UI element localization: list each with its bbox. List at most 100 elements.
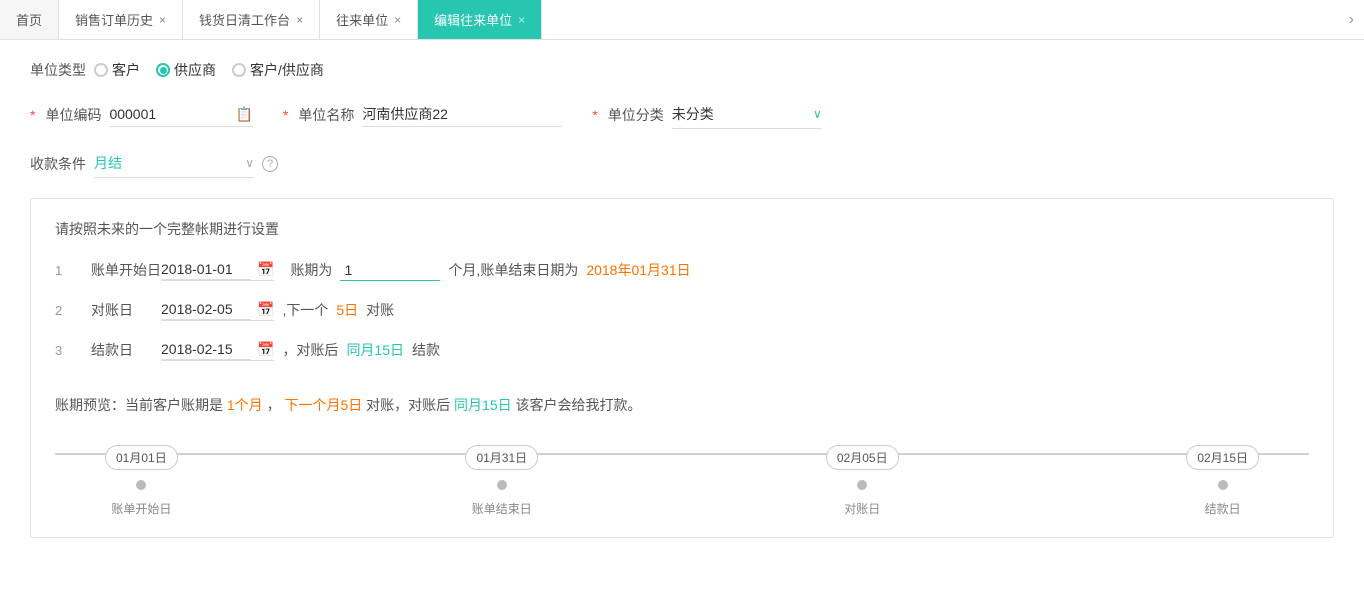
unit-name-label: 单位名称 [298,105,354,125]
node-4-dot [1218,480,1228,490]
step-content-2: 📅 ,下一个 5日 对账 [161,299,1309,321]
unit-code-group: * 单位编码 📋 [30,102,253,127]
tab-edit-partner-close[interactable]: × [518,13,525,27]
unit-code-required: * [30,107,35,123]
radio-supplier-label: 供应商 [174,60,216,80]
radio-both-label: 客户/供应商 [250,60,324,80]
preview-prefix: 账期预览：当前客户账期是 [55,397,223,413]
unit-name-input[interactable] [362,102,562,127]
tab-cash-workbench[interactable]: 钱货日清工作台 × [183,0,320,39]
preview-highlight1: 1个月 [227,397,263,413]
radio-customer[interactable]: 客户 [94,60,140,80]
step-content-1: 📅 账期为 个月,账单结束日期为 2018年01月31日 [161,259,1309,281]
tab-home[interactable]: 首页 [0,0,59,39]
unit-code-input-wrap: 📋 [109,102,252,127]
step2-calendar-icon[interactable]: 📅 [257,301,274,318]
timeline-node-4: 02月15日 结款日 [1186,445,1259,517]
step2-prefix: ,下一个 [282,300,328,320]
unit-type-row: 单位类型 客户 供应商 客户/供应商 [30,60,1334,80]
node-1-label: 账单开始日 [111,500,171,517]
step-name-1: 账单开始日 [91,260,161,280]
step2-date-wrap: 📅 [161,299,274,321]
node-2-badge: 01月31日 [465,445,538,470]
step1-date-input[interactable] [161,259,251,280]
node-3-dot [857,480,867,490]
tab-cash-workbench-close[interactable]: × [296,13,303,27]
step3-highlight: 同月15日 [346,340,404,360]
step1-suffix: 个月,账单结束日期为 [448,260,578,280]
radio-supplier[interactable]: 供应商 [156,60,216,80]
preview-row: 账期预览：当前客户账期是 1个月 ， 下一个月5日 对账，对账后 同月15日 该… [55,379,1309,435]
timeline-node-3: 02月05日 对账日 [826,445,899,517]
step1-period-input[interactable] [340,260,440,281]
step3-date-wrap: 📅 [161,339,274,361]
node-3-label: 对账日 [844,500,880,517]
unit-name-group: * 单位名称 [283,102,562,127]
timeline-node-2: 01月31日 账单结束日 [465,445,538,517]
node-2-dot [497,480,507,490]
node-1-dot [136,480,146,490]
category-dropdown-arrow: ∨ [813,107,822,121]
step3-calendar-icon[interactable]: 📅 [257,341,274,358]
radio-both-circle [232,63,246,77]
node-4-badge: 02月15日 [1186,445,1259,470]
main-content: 单位类型 客户 供应商 客户/供应商 * 单位编码 [0,40,1364,608]
unit-code-label: 单位编码 [45,105,101,125]
tabs-bar: 首页 销售订单历史 × 钱货日清工作台 × 往来单位 × 编辑往来单位 × › [0,0,1364,40]
tab-cash-workbench-label: 钱货日清工作台 [199,10,290,29]
step-content-3: 📅 ，对账后 同月15日 结款 [161,339,1309,361]
step1-middle-text: 账期为 [290,260,332,280]
tab-sales-history[interactable]: 销售订单历史 × [59,0,183,39]
tab-home-label: 首页 [16,10,42,29]
step3-date-input[interactable] [161,339,251,360]
step-name-3: 结款日 [91,340,161,360]
step1-highlight: 2018年01月31日 [586,260,690,280]
unit-code-icon[interactable]: 📋 [235,106,252,123]
step-row-1: 1 账单开始日 📅 账期为 个月,账单结束日期为 2018年01月31日 [55,259,1309,281]
settings-box: 请按照未来的一个完整帐期进行设置 1 账单开始日 📅 账期为 个月,账单结束日期… [30,198,1334,538]
help-icon[interactable]: ? [262,156,278,172]
timeline-nodes: 01月01日 账单开始日 01月31日 账单结束日 02月05日 对账日 [55,445,1309,517]
step-row-2: 2 对账日 📅 ,下一个 5日 对账 [55,299,1309,321]
radio-customer-label: 客户 [112,60,140,80]
node-2-label: 账单结束日 [472,500,532,517]
radio-supplier-circle [156,63,170,77]
radio-group: 客户 供应商 客户/供应商 [94,60,324,80]
tab-sales-history-close[interactable]: × [159,13,166,27]
tabs-arrow[interactable]: › [1339,11,1364,29]
step1-calendar-icon[interactable]: 📅 [257,261,274,278]
step-name-2: 对账日 [91,300,161,320]
unit-category-value: 未分类 [672,104,813,124]
step-num-2: 2 [55,303,91,318]
tab-edit-partner[interactable]: 编辑往来单位 × [418,0,542,39]
step2-suffix: 对账 [366,300,394,320]
step2-date-input[interactable] [161,299,251,320]
unit-info-row: * 单位编码 📋 * 单位名称 * 单位分类 未分类 ∨ [30,100,1334,129]
step-num-3: 3 [55,343,91,358]
unit-code-input[interactable] [109,102,229,126]
step-row-3: 3 结款日 📅 ，对账后 同月15日 结款 [55,339,1309,361]
payment-terms-dropdown[interactable]: 月结 ∨ [94,149,254,178]
payment-terms-group: 收款条件 月结 ∨ ? [30,149,278,178]
preview-highlight2: 下一个月5日 [284,397,362,413]
timeline-wrap: 01月01日 账单开始日 01月31日 账单结束日 02月05日 对账日 [55,435,1309,517]
unit-name-required: * [283,107,288,123]
step2-highlight: 5日 [336,300,358,320]
tab-partner-close[interactable]: × [394,13,401,27]
step3-suffix: 结款 [412,340,440,360]
node-3-badge: 02月05日 [826,445,899,470]
tab-partner[interactable]: 往来单位 × [320,0,418,39]
settings-box-title: 请按照未来的一个完整帐期进行设置 [55,219,1309,239]
step3-prefix: ，对账后 [282,340,338,360]
preview-highlight3: 同月15日 [454,397,512,413]
unit-category-required: * [592,107,597,123]
unit-type-group: 单位类型 客户 供应商 客户/供应商 [30,60,324,80]
preview-text2: 对账，对账后 [366,397,450,413]
radio-both[interactable]: 客户/供应商 [232,60,324,80]
unit-category-group: * 单位分类 未分类 ∨ [592,100,821,129]
unit-category-dropdown[interactable]: 未分类 ∨ [672,100,822,129]
unit-category-label: 单位分类 [608,105,664,125]
step-num-1: 1 [55,263,91,278]
timeline-node-1: 01月01日 账单开始日 [105,445,178,517]
preview-text1: ， [267,397,281,413]
